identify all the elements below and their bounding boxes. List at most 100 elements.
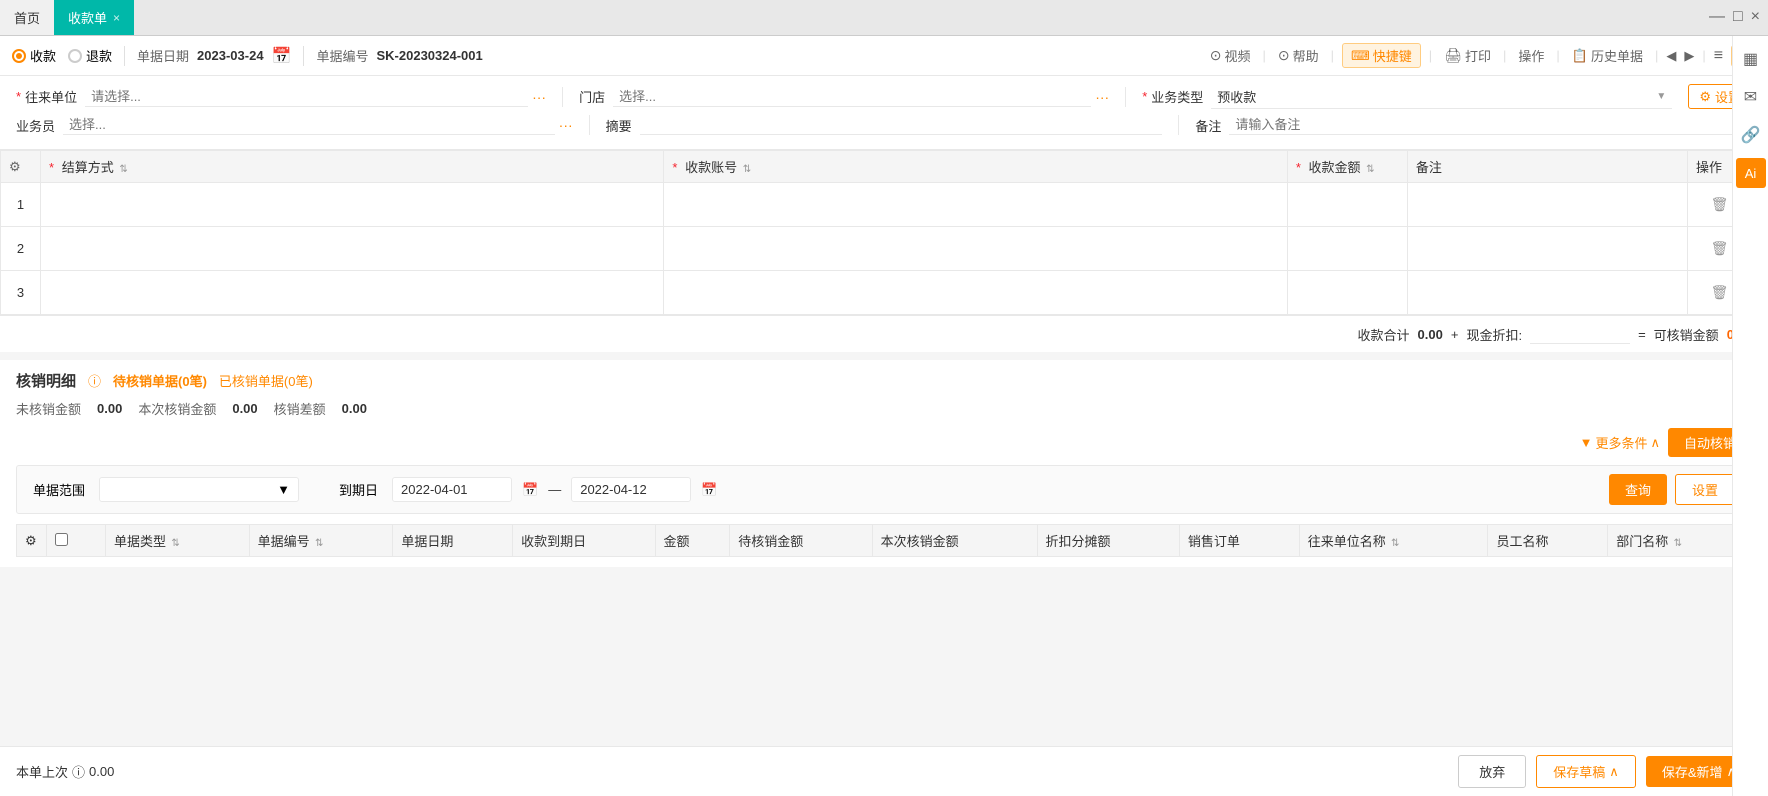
row3-delete-icon[interactable]: 🗑 xyxy=(1711,284,1729,301)
available-label: 可核销金额 xyxy=(1654,325,1719,344)
sidebar-mail-icon[interactable]: ✉ xyxy=(1736,82,1766,112)
staff-more-icon[interactable]: ··· xyxy=(559,117,573,133)
staff-input[interactable] xyxy=(63,115,555,135)
cal-from-icon[interactable]: 📅 xyxy=(522,482,538,498)
done-tab[interactable]: 已核销单据(0笔) xyxy=(219,371,313,390)
sep-1 xyxy=(562,87,563,107)
radio-tuikuan-dot xyxy=(68,49,82,63)
verify-info-icon[interactable]: ⓘ xyxy=(88,371,101,390)
date-to-input[interactable] xyxy=(571,477,691,502)
counterpart-more-icon[interactable]: ··· xyxy=(532,89,546,105)
row3-account[interactable] xyxy=(664,271,1287,315)
bill-range-select[interactable]: ▼ xyxy=(99,477,299,502)
select-all-checkbox[interactable] xyxy=(55,533,68,546)
calendar-icon[interactable]: 📅 xyxy=(272,46,292,66)
bottom-table: ⚙ 单据类型 ⇅ 单据编号 ⇅ xyxy=(16,524,1752,557)
operation-btn[interactable]: 操作 xyxy=(1514,44,1548,67)
col-payment-header: * 结算方式 ⇅ xyxy=(41,151,664,183)
shortcut-btn[interactable]: ⌨ 快捷键 xyxy=(1342,43,1421,68)
history-btn[interactable]: 📋 历史单据 xyxy=(1568,44,1647,67)
video-btn[interactable]: ⊙ 视频 xyxy=(1206,44,1255,67)
row1-account[interactable] xyxy=(664,183,1287,227)
top-toolbar: 收款 退款 单据日期 2023-03-24 📅 单据编号 SK-20230324… xyxy=(0,36,1768,76)
this-bill-label: 本单上次 xyxy=(16,762,68,781)
sep-2 xyxy=(1125,87,1126,107)
history-label: 历史单据 xyxy=(1591,46,1643,65)
print-btn[interactable]: 🖨 打印 xyxy=(1440,44,1495,67)
row2-amount[interactable] xyxy=(1287,227,1407,271)
minimize-icon[interactable]: — xyxy=(1709,8,1725,26)
next-icon[interactable]: ▶ xyxy=(1684,48,1694,64)
more-conditions-label: 更多条件 xyxy=(1595,433,1647,452)
table-row: 3 🗑 ⧉ xyxy=(1,271,1768,315)
operation-label: 操作 xyxy=(1518,46,1544,65)
close-icon[interactable]: × xyxy=(1751,8,1760,26)
col-account-header: * 收款账号 ⇅ xyxy=(664,151,1287,183)
help-btn[interactable]: ⊙ 帮助 xyxy=(1274,44,1323,67)
tab-home[interactable]: 首页 xyxy=(0,0,54,35)
col-staff-header: 员工名称 xyxy=(1488,525,1608,557)
equals-sign: = xyxy=(1638,327,1646,342)
list-icon[interactable]: ≡ xyxy=(1714,47,1723,65)
counterpart-input[interactable] xyxy=(85,87,528,107)
store-input[interactable] xyxy=(613,87,1091,107)
chevron-up-icon: ∧ xyxy=(1650,435,1660,451)
video-icon: ⊙ xyxy=(1210,47,1222,64)
divider-2 xyxy=(303,46,304,66)
row1-remark[interactable] xyxy=(1407,183,1687,227)
bill-date-label: 单据日期 xyxy=(137,46,189,65)
stats-row: 未核销金额 0.00 本次核销金额 0.00 核销差额 0.00 xyxy=(16,399,1752,418)
radio-shoukuan[interactable]: 收款 xyxy=(12,46,56,65)
cal-to-icon[interactable]: 📅 xyxy=(701,482,717,498)
save-draft-label: 保存草稿 xyxy=(1553,762,1605,781)
row1-amount[interactable] xyxy=(1287,183,1407,227)
radio-tuikuan[interactable]: 退款 xyxy=(68,46,112,65)
remark-input[interactable] xyxy=(1229,115,1752,135)
table-settings-icon2[interactable]: ⚙ xyxy=(25,533,37,548)
cash-discount-input[interactable] xyxy=(1530,324,1630,344)
more-conditions-btn[interactable]: ▼ 更多条件 ∧ xyxy=(1580,433,1660,452)
this-bill-value: 0.00 xyxy=(89,764,114,779)
staff-label: 业务员 xyxy=(16,116,55,135)
required-star-1: * xyxy=(16,89,21,104)
tab-current[interactable]: 收款单 × xyxy=(54,0,134,35)
settings-btn2[interactable]: 设置 xyxy=(1675,474,1735,505)
row2-remark[interactable] xyxy=(1407,227,1687,271)
pending-tab[interactable]: 待核销单据(0笔) xyxy=(113,371,207,390)
row1-payment[interactable] xyxy=(41,183,664,227)
summary-input[interactable] xyxy=(640,115,1163,135)
remark-label: 备注 xyxy=(1195,116,1221,135)
shortcut-label: 快捷键 xyxy=(1373,46,1412,65)
col-settings: ⚙ xyxy=(1,151,41,183)
form-area: * 往来单位 ··· 门店 ··· * 业务类型 xyxy=(0,76,1768,150)
verify-header: 核销明细 ⓘ 待核销单据(0笔) 已核销单据(0笔) xyxy=(16,370,1752,391)
table-settings-icon[interactable]: ⚙ xyxy=(9,159,21,174)
divider-1 xyxy=(124,46,125,66)
close-tab-icon[interactable]: × xyxy=(113,11,120,25)
col-type-header xyxy=(47,525,106,557)
sidebar-link-icon[interactable]: 🔗 xyxy=(1736,120,1766,150)
info-icon-footer: ⓘ xyxy=(72,762,85,781)
row3-payment[interactable] xyxy=(41,271,664,315)
prev-icon[interactable]: ◀ xyxy=(1666,48,1676,64)
biz-type-select[interactable]: 预收款 ▼ xyxy=(1211,85,1672,109)
bill-no-value: SK-20230324-001 xyxy=(376,48,482,63)
sidebar-table-icon[interactable]: ▦ xyxy=(1736,44,1766,74)
maximize-icon[interactable]: □ xyxy=(1733,8,1743,26)
row2-delete-icon[interactable]: 🗑 xyxy=(1711,240,1729,257)
row3-amount[interactable] xyxy=(1287,271,1407,315)
row2-payment[interactable] xyxy=(41,227,664,271)
remark-field: 备注 xyxy=(1195,115,1752,135)
row1-delete-icon[interactable]: 🗑 xyxy=(1711,196,1729,213)
store-more-icon[interactable]: ··· xyxy=(1095,89,1109,105)
date-from-input[interactable] xyxy=(392,477,512,502)
tab-current-label: 收款单 xyxy=(68,8,107,27)
table-row: 1 🗑 ⧉ xyxy=(1,183,1768,227)
main-table: ⚙ * 结算方式 ⇅ * 收款账号 ⇅ * xyxy=(0,150,1768,315)
row2-account[interactable] xyxy=(664,227,1287,271)
query-btn[interactable]: 查询 xyxy=(1609,474,1667,505)
row3-remark[interactable] xyxy=(1407,271,1687,315)
abandon-btn[interactable]: 放弃 xyxy=(1458,755,1526,788)
save-draft-btn[interactable]: 保存草稿 ∧ xyxy=(1536,755,1636,788)
sidebar-ai-icon[interactable]: Ai xyxy=(1736,158,1766,188)
